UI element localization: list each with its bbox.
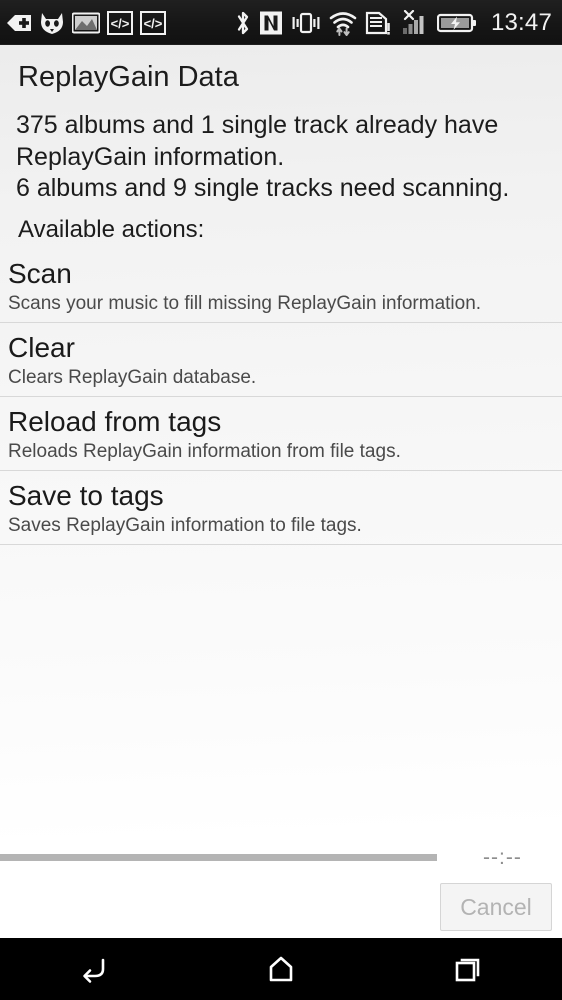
status-bar-notification-icons: </> </> [6, 10, 166, 35]
status-bar-system-icons: 13:47 [235, 9, 552, 37]
action-title: Reload from tags [8, 405, 222, 437]
dialog-button-bar: Cancel [0, 876, 562, 938]
image-gallery-icon [72, 12, 100, 34]
action-title: Save to tags [8, 479, 164, 511]
nav-home-button[interactable] [226, 938, 336, 1000]
android-navigation-bar [0, 938, 562, 1000]
home-icon [266, 954, 296, 984]
nav-back-button[interactable] [39, 938, 149, 1000]
battery-charging-icon [436, 12, 477, 34]
nfc-icon [259, 10, 283, 36]
back-arrow-icon [78, 954, 110, 984]
svg-text:</>: </> [111, 16, 130, 31]
action-description: Reloads ReplayGain information from file… [8, 440, 401, 462]
summary-line-2: 6 albums and 9 single tracks need scanni… [16, 173, 510, 202]
vibrate-icon [291, 11, 321, 35]
sd-card-warning-icon [365, 10, 391, 36]
bluetooth-icon [235, 10, 251, 36]
divider [0, 543, 562, 545]
action-description: Clears ReplayGain database. [8, 366, 257, 388]
action-title: Scan [8, 257, 72, 289]
action-item-save-to-tags[interactable]: Save to tags Saves ReplayGain informatio… [0, 477, 562, 544]
action-item-reload-from-tags[interactable]: Reload from tags Reloads ReplayGain info… [0, 403, 562, 470]
status-bar: </> </> 13:47 [0, 0, 562, 45]
nav-recents-button[interactable] [413, 938, 523, 1000]
status-bar-clock: 13:47 [490, 8, 552, 36]
fox-head-icon [39, 11, 65, 35]
wifi-icon [329, 10, 357, 36]
progress-row: --:-- [0, 842, 562, 876]
page-title: ReplayGain Data [18, 61, 239, 93]
action-item-scan[interactable]: Scan Scans your music to fill missing Re… [0, 255, 562, 322]
progress-bar [0, 854, 437, 861]
back-arrow-plus-icon [6, 12, 32, 34]
code-tag-icon-2: </> [140, 10, 166, 35]
summary-line-1: 375 albums and 1 single track already ha… [16, 111, 499, 171]
action-description: Scans your music to fill missing ReplayG… [8, 292, 482, 314]
action-title: Clear [8, 331, 75, 363]
divider [0, 395, 562, 397]
recents-squares-icon [453, 954, 483, 984]
signal-no-sim-icon [399, 9, 429, 36]
cancel-button[interactable]: Cancel [440, 883, 552, 931]
actions-list: Scan Scans your music to fill missing Re… [0, 255, 562, 551]
progress-time-remaining: --:-- [483, 846, 522, 869]
divider [0, 469, 562, 471]
phone-screen: </> </> 13:47 ReplayGain Data 375 albums… [0, 0, 562, 1000]
action-item-clear[interactable]: Clear Clears ReplayGain database. [0, 329, 562, 396]
code-tag-icon-1: </> [107, 10, 133, 35]
dialog-content: ReplayGain Data 375 albums and 1 single … [0, 45, 562, 938]
summary-text: 375 albums and 1 single track already ha… [0, 96, 562, 204]
action-description: Saves ReplayGain information to file tag… [8, 514, 362, 536]
available-actions-label: Available actions: [18, 216, 205, 244]
svg-text:</>: </> [144, 16, 163, 31]
divider [0, 321, 562, 323]
